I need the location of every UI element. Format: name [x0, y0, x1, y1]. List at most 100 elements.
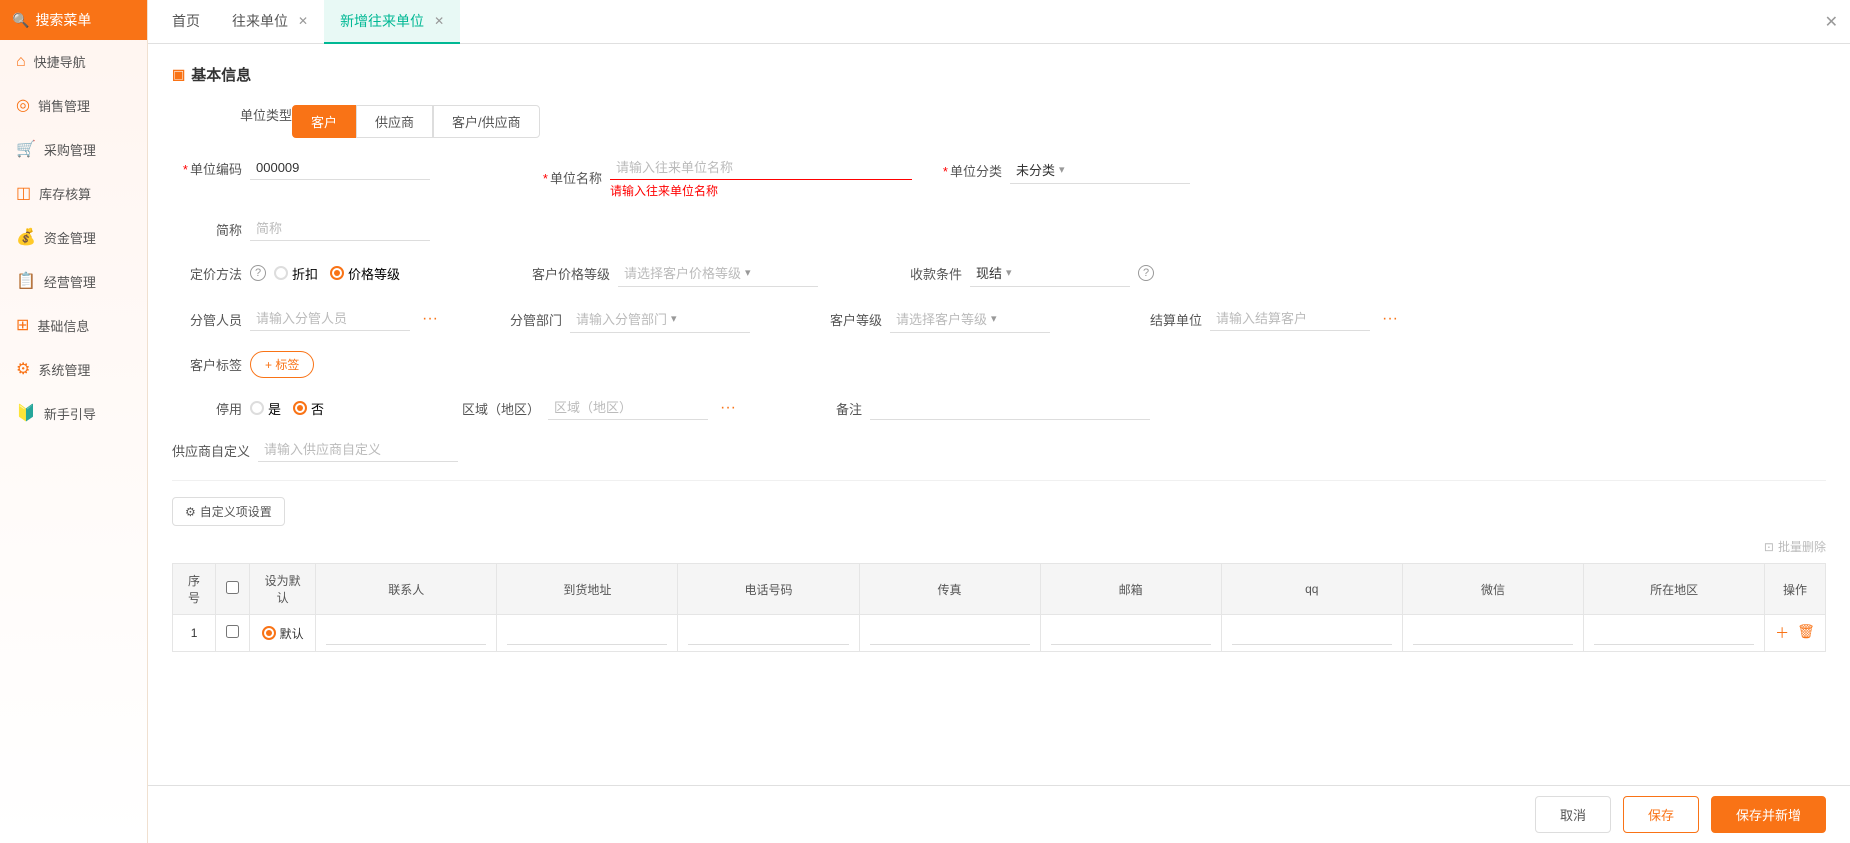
- payment-help-icon[interactable]: ?: [1138, 265, 1154, 281]
- custom-settings-btn[interactable]: ⚙ 自定义项设置: [172, 497, 285, 526]
- row-wechat-input[interactable]: [1413, 621, 1573, 645]
- batch-delete-icon: ⊡: [1764, 540, 1774, 554]
- section-icon: ▣: [172, 66, 185, 83]
- settlement-input[interactable]: [1210, 307, 1370, 331]
- col-fax: 传真: [859, 564, 1040, 615]
- sidebar-item-purchase[interactable]: 🛒 采购管理: [0, 127, 147, 171]
- unit-name-field: 单位名称 请输入往来单位名称: [532, 156, 912, 199]
- unit-name-input[interactable]: [610, 156, 912, 180]
- manager-more-btn[interactable]: ···: [418, 310, 442, 328]
- pricing-help-icon[interactable]: ?: [250, 265, 266, 281]
- row-wechat[interactable]: [1402, 615, 1583, 652]
- row-default-circle: [262, 626, 276, 640]
- abbr-input[interactable]: [250, 217, 430, 241]
- sidebar-item-system[interactable]: ⚙ 系统管理: [0, 347, 147, 391]
- row-region[interactable]: [1584, 615, 1765, 652]
- close-all-tabs-btn[interactable]: ✕: [1825, 12, 1838, 32]
- remark-input[interactable]: [870, 396, 1150, 420]
- unit-type-group: 客户 供应商 客户/供应商: [292, 105, 540, 138]
- unit-type-supplier-btn[interactable]: 供应商: [356, 105, 433, 138]
- tab-new-counterpart-close[interactable]: ✕: [434, 14, 444, 28]
- sidebar-item-operations[interactable]: 📋 经营管理: [0, 259, 147, 303]
- tab-counterpart[interactable]: 往来单位 ✕: [216, 0, 324, 44]
- unit-type-both-btn[interactable]: 客户/供应商: [433, 105, 540, 138]
- batch-delete-area[interactable]: ⊡ 批量删除: [172, 538, 1826, 555]
- row-phone[interactable]: [678, 615, 859, 652]
- row-address-input[interactable]: [507, 621, 667, 645]
- row-qq-input[interactable]: [1232, 621, 1392, 645]
- pricing-radio-level[interactable]: 价格等级: [330, 264, 400, 283]
- dept-select[interactable]: 请输入分管部门 ▾: [570, 305, 750, 333]
- disabled-yes-radio[interactable]: 是: [250, 399, 281, 418]
- guide-icon: 🔰: [16, 403, 36, 423]
- pricing-radio-group: 折扣 价格等级: [274, 264, 400, 283]
- region-field: 区域（地区） ···: [462, 396, 762, 420]
- row-email-input[interactable]: [1051, 621, 1211, 645]
- unit-code-input[interactable]: [250, 156, 430, 180]
- row-checkbox[interactable]: [226, 625, 239, 638]
- manager-field: 分管人员 ···: [172, 307, 472, 331]
- disabled-no-circle: [293, 401, 307, 415]
- pricing-field: 定价方法 ? 折扣 价格等级: [172, 264, 512, 283]
- sidebar-item-inventory[interactable]: ◫ 库存核算: [0, 171, 147, 215]
- row-phone-input[interactable]: [688, 621, 848, 645]
- save-button[interactable]: 保存: [1623, 796, 1699, 833]
- sidebar-item-sales[interactable]: ◎ 销售管理: [0, 83, 147, 127]
- sidebar-item-basic-info[interactable]: ⊞ 基础信息: [0, 303, 147, 347]
- pricing-radio-discount[interactable]: 折扣: [274, 264, 318, 283]
- region-label: 区域（地区）: [462, 399, 540, 418]
- row-qq[interactable]: [1221, 615, 1402, 652]
- sidebar: 🔍 搜索菜单 ⌂ 快捷导航 ◎ 销售管理 🛒 采购管理 ◫ 库存核算 💰 资金管…: [0, 0, 148, 843]
- tag-row: 客户标签 + 标签: [172, 351, 1826, 378]
- disabled-no-radio[interactable]: 否: [293, 399, 324, 418]
- customer-level-field: 客户等级 请选择客户等级 ▾: [812, 305, 1112, 333]
- disabled-region-remark-row: 停用 是 否 区域（地区） ··· 备注: [172, 396, 1826, 420]
- cancel-button[interactable]: 取消: [1535, 796, 1611, 833]
- row-contact[interactable]: [316, 615, 497, 652]
- customer-price-field: 客户价格等级 请选择客户价格等级 ▾: [532, 259, 872, 287]
- sidebar-item-guide[interactable]: 🔰 新手引导: [0, 391, 147, 435]
- customer-price-select[interactable]: 请选择客户价格等级 ▾: [618, 259, 818, 287]
- row-fax-input[interactable]: [870, 621, 1030, 645]
- tab-new-counterpart[interactable]: 新增往来单位 ✕: [324, 0, 460, 44]
- save-and-add-button[interactable]: 保存并新增: [1711, 796, 1826, 833]
- add-tag-btn[interactable]: + 标签: [250, 351, 314, 378]
- supplier-custom-input[interactable]: [258, 438, 458, 462]
- select-all-checkbox[interactable]: [226, 581, 239, 594]
- search-menu-btn[interactable]: 🔍 搜索菜单: [0, 0, 147, 40]
- customer-level-label: 客户等级: [812, 310, 882, 329]
- sidebar-item-quick-nav[interactable]: ⌂ 快捷导航: [0, 40, 147, 83]
- row-default-radio[interactable]: 默认: [260, 625, 305, 642]
- unit-name-label: 单位名称: [532, 168, 602, 187]
- row-check[interactable]: [216, 615, 250, 652]
- unit-category-select[interactable]: 未分类 ▾: [1010, 156, 1190, 184]
- row-address[interactable]: [497, 615, 678, 652]
- settlement-more-btn[interactable]: ···: [1378, 310, 1402, 328]
- supplier-custom-field: 供应商自定义: [172, 438, 512, 462]
- section-title: ▣ 基本信息: [172, 64, 1826, 85]
- row-seq: 1: [173, 615, 216, 652]
- tab-home[interactable]: 首页: [156, 0, 216, 44]
- settlement-label: 结算单位: [1132, 310, 1202, 329]
- col-phone: 电话号码: [678, 564, 859, 615]
- payment-select[interactable]: 现结 ▾: [970, 259, 1130, 287]
- row-fax[interactable]: [859, 615, 1040, 652]
- manager-input[interactable]: [250, 307, 410, 331]
- row-delete-btn[interactable]: 🗑: [1797, 623, 1815, 643]
- unit-type-customer-btn[interactable]: 客户: [292, 105, 356, 138]
- row-add-btn[interactable]: ＋: [1775, 623, 1789, 643]
- region-input[interactable]: [548, 396, 708, 420]
- row-action-cell: ＋ 🗑: [1765, 615, 1826, 652]
- disabled-radio-group: 是 否: [250, 399, 324, 418]
- tab-counterpart-close[interactable]: ✕: [298, 14, 308, 28]
- customer-level-select[interactable]: 请选择客户等级 ▾: [890, 305, 1050, 333]
- pricing-row: 定价方法 ? 折扣 价格等级 客户价格等级 请选择客户价格等级: [172, 259, 1826, 287]
- row-email[interactable]: [1040, 615, 1221, 652]
- row-region-input[interactable]: [1594, 621, 1754, 645]
- col-wechat: 微信: [1402, 564, 1583, 615]
- sidebar-item-finance[interactable]: 💰 资金管理: [0, 215, 147, 259]
- tag-field: 客户标签 + 标签: [172, 351, 1826, 378]
- region-more-btn[interactable]: ···: [716, 399, 740, 417]
- col-address: 到货地址: [497, 564, 678, 615]
- row-contact-input[interactable]: [326, 621, 486, 645]
